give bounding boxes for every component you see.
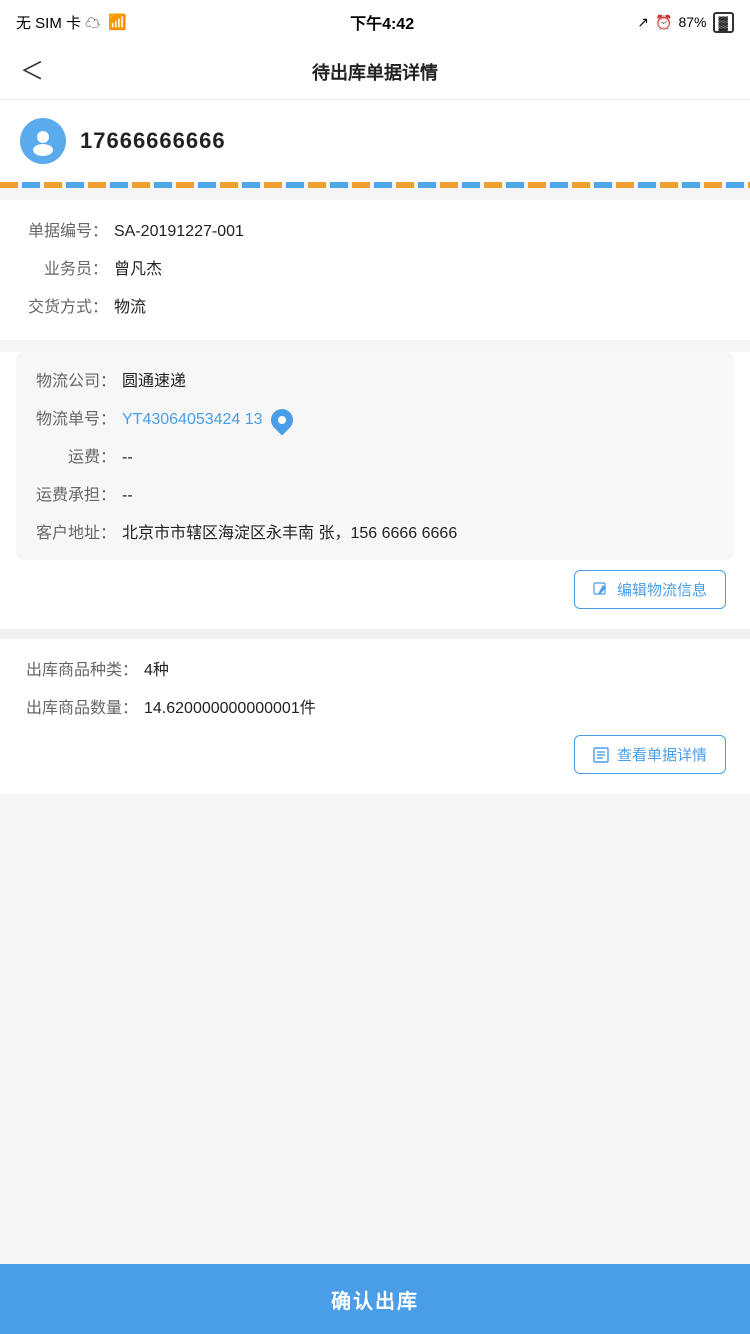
sim-status: 无 SIM 卡 ☁: [16, 12, 100, 33]
section-divider: [0, 629, 750, 639]
battery-percentage: 87%: [678, 14, 706, 30]
customer-header: 17666666666: [0, 100, 750, 182]
confirm-button-label: 确认出库: [331, 1285, 419, 1314]
document-number-label: 单据编号：: [24, 220, 114, 244]
location-pin-icon[interactable]: [266, 404, 297, 435]
freight-bearer-row: 运费承担： --: [32, 484, 718, 508]
sales-person-value: 曾凡杰: [114, 258, 726, 282]
goods-type-value: 4种: [144, 659, 726, 683]
dashed-divider: [0, 182, 750, 188]
logistics-company-label: 物流公司：: [32, 370, 122, 394]
tracking-number-row: 物流单号： YT43064053424 13: [32, 408, 718, 432]
document-number-row: 单据编号： SA-20191227-001: [24, 220, 726, 244]
goods-quantity-value: 14.620000000000001件: [144, 697, 726, 721]
location-status-icon: ↗: [637, 14, 649, 31]
sales-person-label: 业务员：: [24, 258, 114, 282]
order-info-section: 单据编号： SA-20191227-001 业务员： 曾凡杰 交货方式： 物流: [0, 200, 750, 340]
address-label: 客户地址：: [32, 522, 122, 546]
freight-value: --: [122, 446, 718, 470]
logistics-company-value: 圆通速递: [122, 370, 718, 394]
view-detail-button[interactable]: 查看单据详情: [574, 735, 726, 774]
wifi-icon: 📶: [108, 13, 127, 31]
page-title: 待出库单据详情: [312, 59, 438, 85]
logistics-card: 物流公司： 圆通速递 物流单号： YT43064053424 13 运费： --…: [16, 352, 734, 560]
edit-logistics-btn-row: 编辑物流信息: [0, 560, 750, 629]
goods-section: 出库商品种类： 4种 出库商品数量： 14.620000000000001件 查…: [0, 639, 750, 794]
freight-label: 运费：: [32, 446, 122, 470]
bottom-spacer: [0, 794, 750, 914]
edit-logistics-button[interactable]: 编辑物流信息: [574, 570, 726, 609]
tracking-number-label: 物流单号：: [32, 408, 122, 432]
view-detail-btn-row: 查看单据详情: [24, 735, 726, 774]
address-value: 北京市市辖区海淀区永丰南 张，156 6666 6666: [122, 522, 718, 546]
customer-phone: 17666666666: [80, 128, 226, 154]
battery-icon: ▓: [713, 12, 734, 33]
nav-bar: ＜ 待出库单据详情: [0, 44, 750, 100]
tracking-number-value: YT43064053424 13: [122, 408, 718, 432]
delivery-method-value: 物流: [114, 296, 726, 320]
sales-person-row: 业务员： 曾凡杰: [24, 258, 726, 282]
goods-type-label: 出库商品种类：: [24, 659, 144, 683]
freight-bearer-value: --: [122, 484, 718, 508]
status-time: 下午4:42: [350, 10, 414, 34]
address-row: 客户地址： 北京市市辖区海淀区永丰南 张，156 6666 6666: [32, 522, 718, 546]
back-button[interactable]: ＜: [20, 60, 44, 84]
alarm-icon: ⏰: [655, 14, 672, 31]
status-right: ↗ ⏰ 87% ▓: [637, 12, 734, 33]
delivery-method-row: 交货方式： 物流: [24, 296, 726, 320]
confirm-button-area[interactable]: 确认出库: [0, 1264, 750, 1334]
logistics-section: 物流公司： 圆通速递 物流单号： YT43064053424 13 运费： --…: [0, 352, 750, 629]
status-left: 无 SIM 卡 ☁ 📶: [16, 12, 127, 33]
freight-bearer-label: 运费承担：: [32, 484, 122, 508]
goods-quantity-label: 出库商品数量：: [24, 697, 144, 721]
document-number-value: SA-20191227-001: [114, 220, 726, 244]
status-bar: 无 SIM 卡 ☁ 📶 下午4:42 ↗ ⏰ 87% ▓: [0, 0, 750, 44]
avatar: [20, 118, 66, 164]
delivery-method-label: 交货方式：: [24, 296, 114, 320]
goods-quantity-row: 出库商品数量： 14.620000000000001件: [24, 697, 726, 721]
goods-type-row: 出库商品种类： 4种: [24, 659, 726, 683]
freight-row: 运费： --: [32, 446, 718, 470]
logistics-company-row: 物流公司： 圆通速递: [32, 370, 718, 394]
